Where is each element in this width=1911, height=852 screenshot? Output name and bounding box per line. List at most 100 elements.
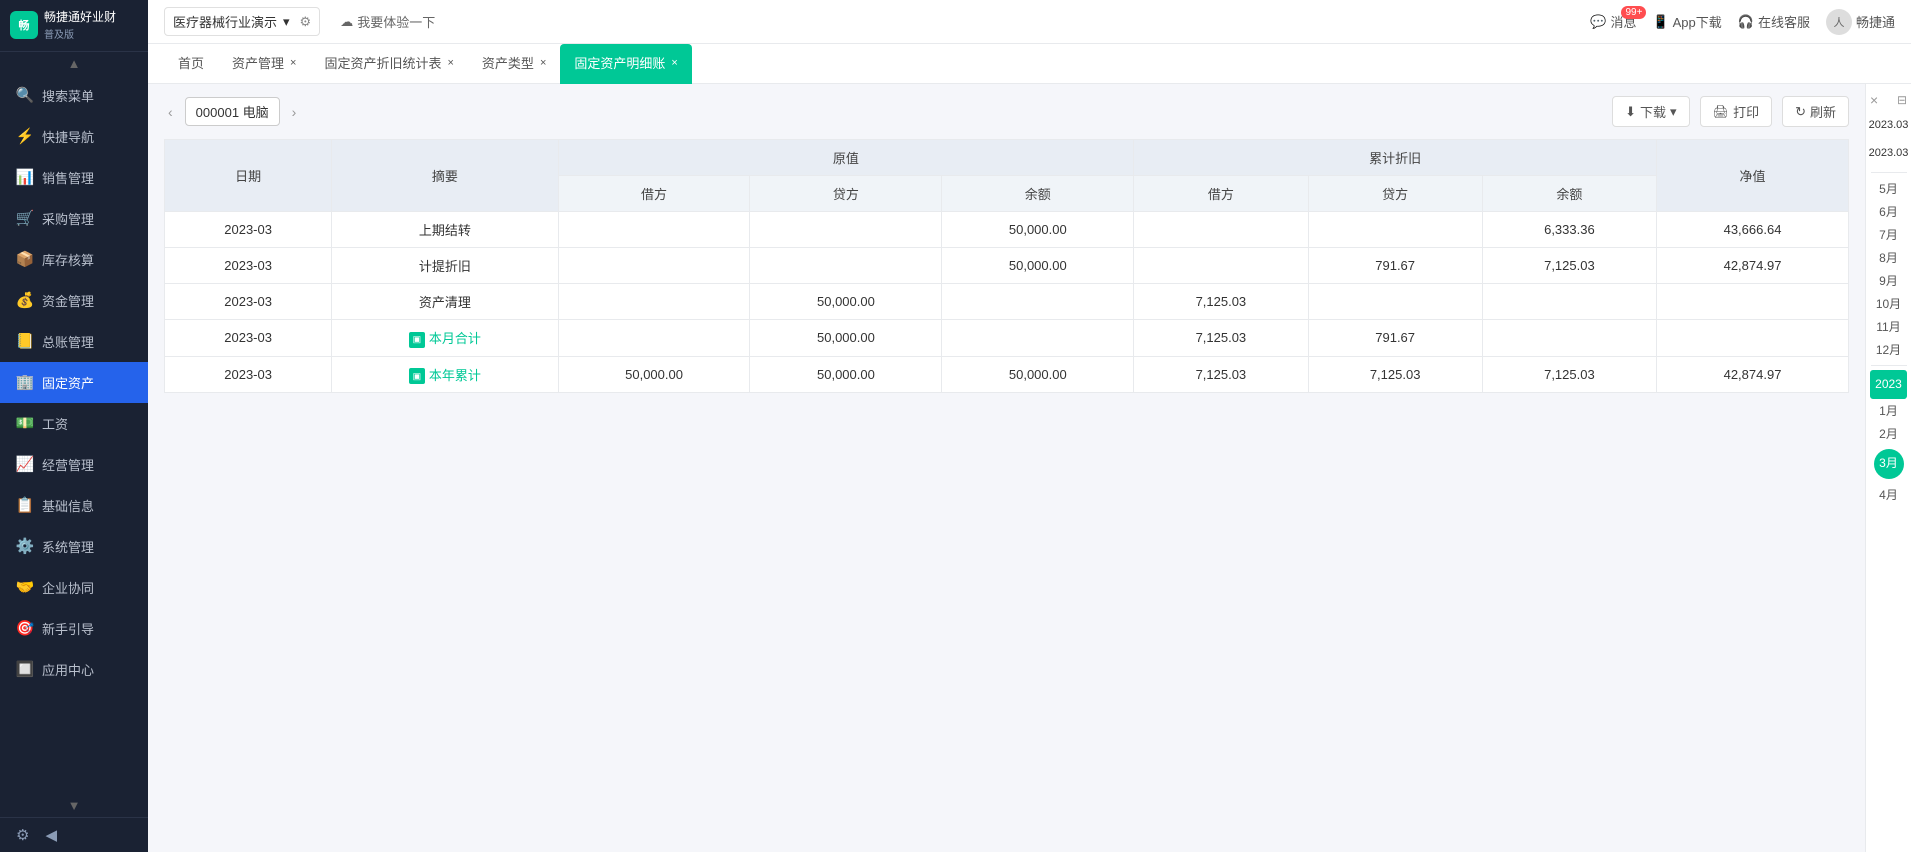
cell-orig-debit xyxy=(558,284,750,320)
accum-credit: 贷方 xyxy=(1308,176,1482,212)
tab-depreciation-stat[interactable]: 固定资产折旧统计表 × xyxy=(310,44,467,84)
sidebar-item-basic[interactable]: 📋基础信息 xyxy=(0,485,148,526)
month-2[interactable]: 2月 xyxy=(1866,422,1911,445)
customer-service-btn[interactable]: 🎧 在线客服 xyxy=(1738,12,1810,31)
table-row: 2023-03 资产清理 50,000.00 7,125.03 xyxy=(165,284,1849,320)
sidebar-item-quicknav[interactable]: ⚡快捷导航 xyxy=(0,116,148,157)
refresh-btn[interactable]: ↻ 刷新 xyxy=(1782,96,1849,127)
sidebar-item-purchase[interactable]: 🛒采购管理 xyxy=(0,198,148,239)
sidebar-item-inventory[interactable]: 📦库存核算 xyxy=(0,239,148,280)
month-1[interactable]: 1月 xyxy=(1866,399,1911,422)
cloud-icon: ☁ xyxy=(340,14,353,30)
cell-orig-debit: 50,000.00 xyxy=(558,356,750,393)
sidebar-item-payroll[interactable]: 💵工资 xyxy=(0,403,148,444)
cell-orig-credit: 50,000.00 xyxy=(750,356,942,393)
cell-date: 2023-03 xyxy=(165,356,332,393)
sidebar-item-business[interactable]: 📈经营管理 xyxy=(0,444,148,485)
app-download-label: App下载 xyxy=(1673,12,1722,31)
month-3-active[interactable]: 3月 xyxy=(1874,449,1904,479)
cell-orig-credit: 50,000.00 xyxy=(750,284,942,320)
sidebar-item-apps[interactable]: 🔲应用中心 xyxy=(0,649,148,690)
download-btn[interactable]: ⬇ 下载 ▾ xyxy=(1612,96,1689,127)
sidebar-item-finance[interactable]: 💰资金管理 xyxy=(0,280,148,321)
panel-close-icon[interactable]: × xyxy=(1870,92,1878,108)
sidebar-label-inventory: 库存核算 xyxy=(42,250,94,269)
year-section-2[interactable]: 2023.03 xyxy=(1866,140,1911,168)
sidebar-label-fixedasset: 固定资产 xyxy=(42,373,94,392)
sidebar-item-collab[interactable]: 🤝 企业协同 xyxy=(0,567,148,608)
cell-net-value xyxy=(1657,320,1849,357)
system-icon: ⚙️ xyxy=(16,537,34,555)
tab-asset-detail-label: 固定资产明细账 xyxy=(574,53,665,72)
sidebar-item-sales[interactable]: 📊销售管理 xyxy=(0,157,148,198)
app-logo: 畅 畅捷通好业财 普及版 xyxy=(0,0,148,52)
cell-orig-balance: 50,000.00 xyxy=(942,248,1134,284)
prev-asset-btn[interactable]: ‹ xyxy=(164,102,177,122)
message-btn[interactable]: 💬 消息 99+ xyxy=(1590,12,1636,31)
sidebar-label-collab: 企业协同 xyxy=(42,578,94,597)
top-bar-right: 💬 消息 99+ 📱 App下载 🎧 在线客服 人 畅捷通 xyxy=(1590,9,1895,35)
company-selector[interactable]: 医疗器械行业演示 ▾ ⚙ xyxy=(164,7,320,36)
sidebar-scroll-up[interactable]: ▲ xyxy=(0,52,148,75)
sidebar-scroll-down[interactable]: ▼ xyxy=(0,794,148,817)
panel-expand-icon[interactable]: ⊟ xyxy=(1897,93,1907,107)
month-9[interactable]: 9月 xyxy=(1866,269,1911,292)
tab-asset-type[interactable]: 资产类型 × xyxy=(468,44,560,84)
month-6[interactable]: 6月 xyxy=(1866,200,1911,223)
month-8[interactable]: 8月 xyxy=(1866,246,1911,269)
tab-asset-mgmt-close[interactable]: × xyxy=(290,57,296,69)
search-icon: 🔍 xyxy=(16,86,34,104)
month-5[interactable]: 5月 xyxy=(1866,177,1911,200)
download-label: 下载 xyxy=(1640,102,1666,121)
detail-table: 日期 摘要 原值 累计折旧 净值 借方 贷方 余额 借方 贷方 余额 xyxy=(164,139,1849,393)
year-2023[interactable]: 2023 xyxy=(1870,370,1907,400)
collab-icon: 🤝 xyxy=(16,578,34,596)
sidebar-item-fixedasset[interactable]: 🏢固定资产 xyxy=(0,362,148,403)
col-accumulated-depreciation: 累计折旧 xyxy=(1134,140,1657,176)
year-section-1[interactable]: 2023.03 xyxy=(1866,112,1911,140)
sidebar-item-ledger[interactable]: 📒总账管理 xyxy=(0,321,148,362)
tab-asset-detail-close[interactable]: × xyxy=(671,57,677,69)
sidebar-bottom: ⚙ ◀ xyxy=(0,817,148,852)
user-profile[interactable]: 人 畅捷通 xyxy=(1826,9,1895,35)
cell-accum-balance: 6,333.36 xyxy=(1482,212,1656,248)
month-4[interactable]: 4月 xyxy=(1866,483,1911,506)
cell-summary: 资产清理 xyxy=(332,284,558,320)
month-10[interactable]: 10月 xyxy=(1866,292,1911,315)
cell-accum-credit: 7,125.03 xyxy=(1308,356,1482,393)
customer-service-label: 在线客服 xyxy=(1758,12,1810,31)
headset-icon: 🎧 xyxy=(1738,14,1754,30)
cell-accum-credit xyxy=(1308,212,1482,248)
logo-sub: 普及版 xyxy=(44,26,116,41)
settings-icon[interactable]: ⚙ xyxy=(16,826,29,844)
tab-home[interactable]: 首页 xyxy=(164,44,218,84)
month-11[interactable]: 11月 xyxy=(1866,315,1911,338)
cell-date: 2023-03 xyxy=(165,212,332,248)
cell-summary: ▣本年累计 xyxy=(332,356,558,393)
sidebar-item-search[interactable]: 🔍搜索菜单 xyxy=(0,75,148,116)
top-bar: 医疗器械行业演示 ▾ ⚙ ☁ 我要体验一下 💬 消息 99+ 📱 App下载 🎧… xyxy=(148,0,1911,44)
tab-asset-detail[interactable]: 固定资产明细账 × xyxy=(560,44,691,84)
settings-gear-icon[interactable]: ⚙ xyxy=(300,14,312,30)
tab-asset-mgmt[interactable]: 资产管理 × xyxy=(218,44,310,84)
cell-net-value: 42,874.97 xyxy=(1657,248,1849,284)
cell-accum-debit: 7,125.03 xyxy=(1134,320,1308,357)
purchase-icon: 🛒 xyxy=(16,209,34,227)
month-12[interactable]: 12月 xyxy=(1866,338,1911,361)
app-download-btn[interactable]: 📱 App下载 xyxy=(1652,12,1721,31)
sidebar-item-guide[interactable]: 🎯新手引导 xyxy=(0,608,148,649)
tab-asset-type-close[interactable]: × xyxy=(540,57,546,69)
summary-icon: ▣ xyxy=(409,332,425,348)
right-panel: × ⊟ 2023.03 2023.03 5月 6月 7月 8月 9月 10月 1… xyxy=(1865,84,1911,852)
tab-asset-type-label: 资产类型 xyxy=(482,53,534,72)
download-icon: ⬇ xyxy=(1625,104,1636,120)
next-asset-btn[interactable]: › xyxy=(288,102,301,122)
print-btn[interactable]: 🖨 打印 xyxy=(1700,96,1773,127)
sidebar-item-system[interactable]: ⚙️系统管理 xyxy=(0,526,148,567)
collapse-icon[interactable]: ◀ xyxy=(45,826,57,844)
experience-btn[interactable]: ☁ 我要体验一下 xyxy=(340,12,435,31)
tab-depreciation-stat-close[interactable]: × xyxy=(447,57,453,69)
experience-label: 我要体验一下 xyxy=(357,12,435,31)
month-7[interactable]: 7月 xyxy=(1866,223,1911,246)
tab-bar: 首页 资产管理 × 固定资产折旧统计表 × 资产类型 × 固定资产明细账 × xyxy=(148,44,1911,84)
